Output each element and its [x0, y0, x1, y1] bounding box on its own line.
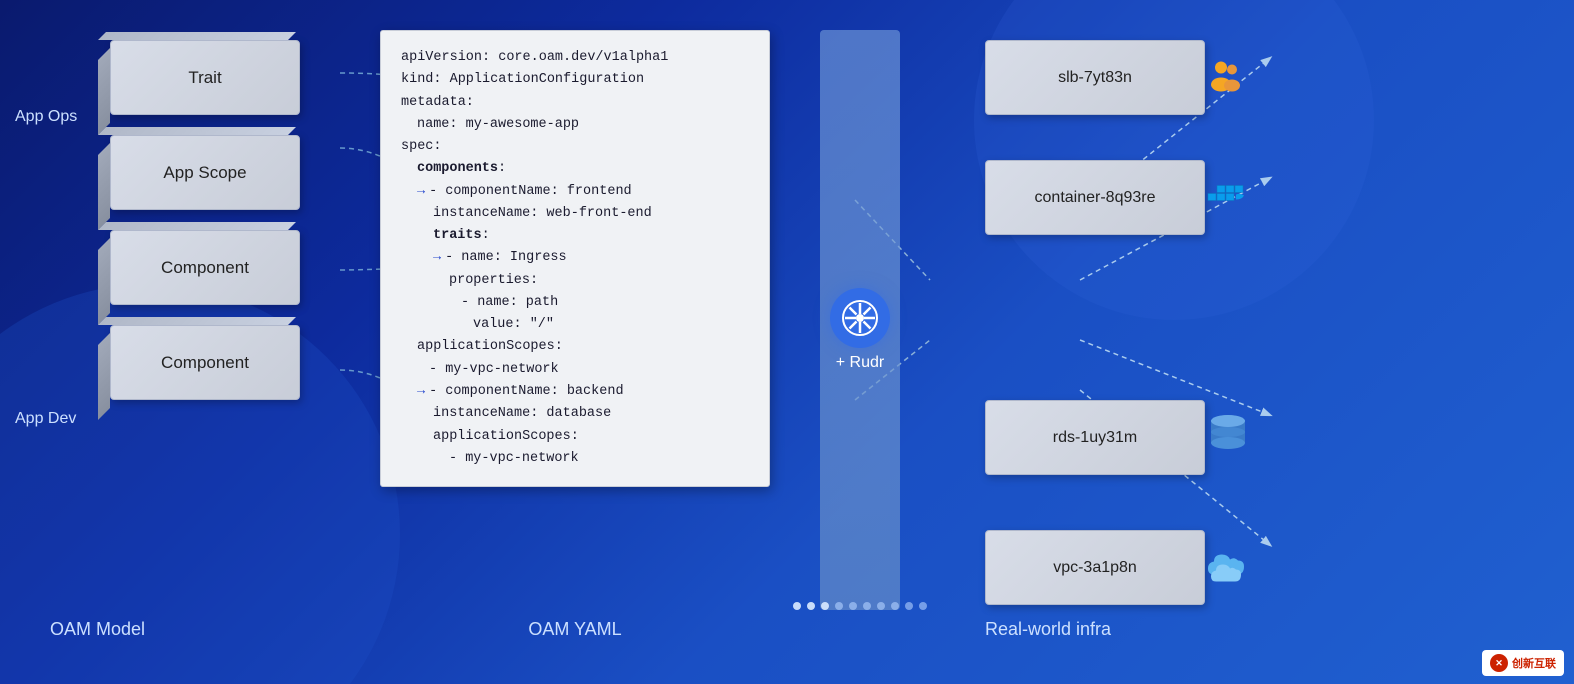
- dot-3: [821, 602, 829, 610]
- dot-1: [793, 602, 801, 610]
- vpc-label: vpc-3a1p8n: [1053, 559, 1137, 577]
- vpc-card: vpc-3a1p8n: [985, 530, 1205, 605]
- yaml-line-17: instanceName: database: [401, 403, 749, 425]
- dot-6: [863, 602, 871, 610]
- oam-model-label: OAM Model: [50, 619, 145, 640]
- yaml-section: apiVersion: core.oam.dev/v1alpha1 kind: …: [380, 20, 770, 640]
- app-scope-box: App Scope: [110, 135, 300, 210]
- dot-2: [807, 602, 815, 610]
- component1-box-wrapper: Component: [110, 230, 300, 305]
- yaml-label: OAM YAML: [528, 619, 621, 640]
- yaml-box: apiVersion: core.oam.dev/v1alpha1 kind: …: [380, 30, 770, 487]
- model-boxes: Trait App Scope Component Component: [110, 40, 300, 400]
- yaml-line-1: apiVersion: core.oam.dev/v1alpha1: [401, 47, 749, 69]
- yaml-line-18: applicationScopes:: [401, 426, 749, 448]
- dot-5: [849, 602, 857, 610]
- yaml-line-4: name: my-awesome-app: [401, 114, 749, 136]
- realworld-label: Real-world infra: [985, 619, 1111, 640]
- component1-box: Component: [110, 230, 300, 305]
- component2-label: Component: [161, 353, 249, 373]
- yaml-line-7: → - componentName: frontend: [401, 181, 749, 203]
- yaml-line-5: spec:: [401, 136, 749, 158]
- yaml-line-2: kind: ApplicationConfiguration: [401, 69, 749, 91]
- yaml-line-14: applicationScopes:: [401, 336, 749, 358]
- yaml-line-13: value: "/": [401, 314, 749, 336]
- yaml-line-15: - my-vpc-network: [401, 359, 749, 381]
- app-scope-box-wrapper: App Scope: [110, 135, 300, 210]
- container-card: container-8q93re: [985, 160, 1205, 235]
- slb-card: slb-7yt83n: [985, 40, 1205, 115]
- k8s-logo: [830, 288, 890, 348]
- container-label: container-8q93re: [1035, 189, 1156, 207]
- realworld-section: slb-7yt83n container-8q93re: [965, 20, 1564, 640]
- docker-icon: [1206, 177, 1248, 213]
- users-icon: [1208, 57, 1244, 93]
- dot-9: [905, 602, 913, 610]
- yaml-line-11: properties:: [401, 270, 749, 292]
- cloud-icon: [1204, 546, 1248, 584]
- yaml-line-12: - name: path: [401, 292, 749, 314]
- slb-label: slb-7yt83n: [1058, 69, 1132, 87]
- yaml-line-16: → - componentName: backend: [401, 381, 749, 403]
- yaml-line-19: - my-vpc-network: [401, 448, 749, 470]
- yaml-line-3: metadata:: [401, 92, 749, 114]
- app-scope-label: App Scope: [163, 163, 246, 183]
- component2-box-wrapper: Component: [110, 325, 300, 400]
- yaml-line-6: components:: [401, 158, 749, 180]
- watermark-text: 创新互联: [1512, 655, 1556, 671]
- yaml-line-9: traits:: [401, 225, 749, 247]
- component1-label: Component: [161, 258, 249, 278]
- rds-card: rds-1uy31m: [985, 400, 1205, 475]
- dots-row: [793, 602, 927, 610]
- k8s-plus-rudr-label: + Rudr: [836, 354, 884, 372]
- yaml-line-8: instanceName: web-front-end: [401, 203, 749, 225]
- dot-10: [919, 602, 927, 610]
- k8s-logo-container: + Rudr: [830, 288, 890, 372]
- dot-8: [891, 602, 899, 610]
- k8s-logo-icon: [841, 299, 879, 337]
- main-container: App Ops App Dev Trait App Scope Componen…: [0, 0, 1574, 684]
- dot-7: [877, 602, 885, 610]
- app-dev-label: App Dev: [15, 410, 76, 428]
- database-icon: [1208, 413, 1248, 458]
- watermark-icon: ✕: [1490, 654, 1508, 672]
- k8s-section: + Rudr: [785, 20, 935, 640]
- oam-model-section: App Ops App Dev Trait App Scope Componen…: [10, 20, 370, 640]
- component2-box: Component: [110, 325, 300, 400]
- app-ops-label: App Ops: [15, 108, 77, 126]
- trait-label: Trait: [188, 68, 221, 88]
- watermark: ✕ 创新互联: [1482, 650, 1564, 676]
- yaml-line-10: → - name: Ingress: [401, 247, 749, 269]
- trait-box: Trait: [110, 40, 300, 115]
- trait-box-wrapper: Trait: [110, 40, 300, 115]
- rds-label: rds-1uy31m: [1053, 429, 1137, 447]
- dot-4: [835, 602, 843, 610]
